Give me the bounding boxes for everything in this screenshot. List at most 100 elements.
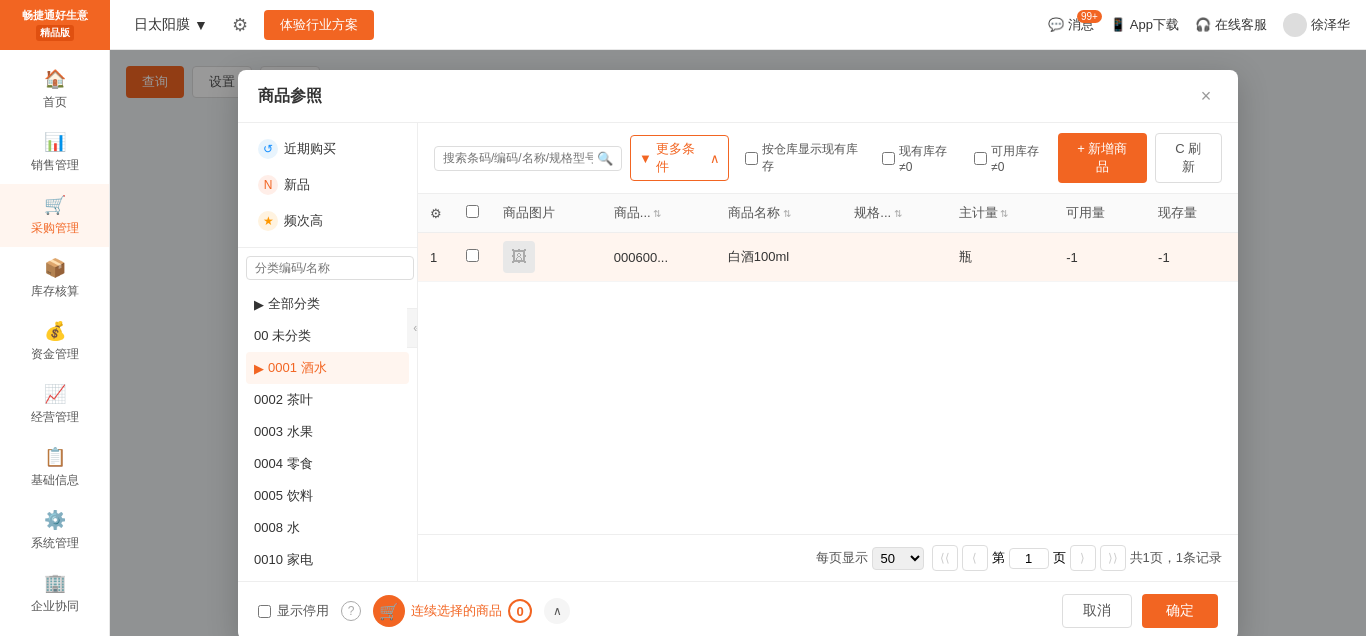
row-available: -1 <box>1054 233 1146 282</box>
modal-body: ↺ 近期购买 N 新品 ★ 频次高 <box>238 123 1238 581</box>
cancel-button[interactable]: 取消 <box>1062 594 1132 628</box>
pagination-bar: 每页显示 50 100 200 ⟨⟨ ⟨ <box>418 534 1238 581</box>
filter-checkboxes: 按仓库显示现有库存 现有库存≠0 可用库存≠0 <box>745 141 1050 175</box>
category-0008[interactable]: 0008 水 <box>246 512 409 544</box>
category-all[interactable]: ▶ 全部分类 <box>246 288 409 320</box>
modal-overlay: 商品参照 × ↺ 近期购买 N 新 <box>110 50 1366 636</box>
category-0005[interactable]: 0005 饮料 <box>246 480 409 512</box>
frequent-item[interactable]: ★ 频次高 <box>246 203 409 239</box>
more-filter-button[interactable]: ▼ 更多条件 ∧ <box>630 135 729 181</box>
user-menu[interactable]: 徐泽华 <box>1283 13 1350 37</box>
help-button[interactable]: ? <box>341 601 361 621</box>
first-page-button[interactable]: ⟨⟨ <box>932 545 958 571</box>
content-area: 查询 设置 刷新 商品参照 × <box>110 50 1366 636</box>
sales-icon: 📊 <box>44 131 66 153</box>
col-code[interactable]: 商品... <box>602 194 716 233</box>
warehouse-stock-checkbox[interactable]: 按仓库显示现有库存 <box>745 141 866 175</box>
page-navigation: ⟨⟨ ⟨ 第 页 ⟩ ⟩⟩ 共1页，1条记录 <box>932 545 1222 571</box>
messages-button[interactable]: 💬 消息 99+ <box>1048 16 1094 34</box>
tenant-dropdown[interactable]: 日太阳膜 ▼ <box>126 12 216 38</box>
sidebar-item-enterprise[interactable]: 🏢 企业协同 <box>0 562 109 625</box>
finance-icon: 💰 <box>44 320 66 342</box>
show-disabled-checkbox[interactable]: 显示停用 <box>258 602 329 620</box>
settings-icon[interactable]: ⚙ <box>224 9 256 41</box>
sidebar-item-system[interactable]: ⚙️ 系统管理 <box>0 499 109 562</box>
category-0003[interactable]: 0003 水果 <box>246 416 409 448</box>
refresh-button[interactable]: C 刷新 <box>1155 133 1222 183</box>
warehouse-stock-check[interactable] <box>745 152 758 165</box>
sidebar-item-purchase[interactable]: 🛒 采购管理 <box>0 184 109 247</box>
new-product-item[interactable]: N 新品 <box>246 167 409 203</box>
category-0002[interactable]: 0002 茶叶 <box>246 384 409 416</box>
available-nonzero-checkbox[interactable]: 可用库存≠0 <box>974 143 1050 174</box>
nonzero-stock-check[interactable] <box>882 152 895 165</box>
sidebar-item-home[interactable]: 🏠 首页 <box>0 58 109 121</box>
table-row[interactable]: 1 🖼 000600... 白酒100ml <box>418 233 1238 282</box>
available-nonzero-check[interactable] <box>974 152 987 165</box>
product-reference-modal: 商品参照 × ↺ 近期购买 N 新 <box>238 70 1238 636</box>
trial-button[interactable]: 体验行业方案 <box>264 10 374 40</box>
online-service-button[interactable]: 🎧 在线客服 <box>1195 16 1267 34</box>
category-search-input[interactable] <box>246 256 414 280</box>
sidebar-item-finance[interactable]: 💰 资金管理 <box>0 310 109 373</box>
footer-action-buttons: 取消 确定 <box>1062 594 1218 628</box>
freq-icon: ★ <box>258 211 278 231</box>
toolbar-right-buttons: + 新增商品 C 刷新 <box>1058 133 1222 183</box>
row-checkbox[interactable] <box>466 249 479 262</box>
sidebar-item-inventory[interactable]: 📦 库存核算 <box>0 247 109 310</box>
category-search-area: 🔍 <box>246 256 409 280</box>
app-logo: 畅捷通好生意 精品版 <box>0 0 110 50</box>
next-page-button[interactable]: ⟩ <box>1070 545 1096 571</box>
select-all-checkbox[interactable] <box>466 205 479 218</box>
recent-purchase-item[interactable]: ↺ 近期购买 <box>246 131 409 167</box>
modal-sidebar-nav: ↺ 近期购买 N 新品 ★ 频次高 <box>238 123 417 248</box>
cart-icon[interactable]: 🛒 <box>373 595 405 627</box>
new-icon: N <box>258 175 278 195</box>
page-input-area: 第 页 <box>992 548 1066 569</box>
last-page-button[interactable]: ⟩⟩ <box>1100 545 1126 571</box>
sidebar-item-guide[interactable]: 📖 新手引导 <box>0 625 109 636</box>
category-arrow-all: ▶ <box>254 297 264 312</box>
col-image: 商品图片 <box>491 194 602 233</box>
nav-right-actions: 💬 消息 99+ 📱 App下载 🎧 在线客服 徐泽华 <box>1048 13 1350 37</box>
category-0001[interactable]: ▶ 0001 酒水 <box>246 352 409 384</box>
basic-icon: 📋 <box>44 446 66 468</box>
col-settings[interactable]: ⚙ <box>418 194 454 233</box>
app-download-button[interactable]: 📱 App下载 <box>1110 16 1179 34</box>
chevron-up-icon: ∧ <box>710 151 720 166</box>
category-00[interactable]: 00 未分类 <box>246 320 409 352</box>
cart-count-badge: 0 <box>508 599 532 623</box>
user-avatar-icon <box>1283 13 1307 37</box>
col-unit[interactable]: 主计量 <box>947 194 1055 233</box>
product-table: ⚙ 商品图片 商品... 商品名称 规格... 主计量 <box>418 194 1238 282</box>
system-icon: ⚙️ <box>44 509 66 531</box>
confirm-button[interactable]: 确定 <box>1142 594 1218 628</box>
filter-icon: ▼ <box>639 151 652 166</box>
modal-close-button[interactable]: × <box>1194 84 1218 108</box>
search-icon[interactable]: 🔍 <box>597 151 613 166</box>
show-disabled-check[interactable] <box>258 605 271 618</box>
row-stock: -1 <box>1146 233 1238 282</box>
footer-collapse-button[interactable]: ∧ <box>544 598 570 624</box>
sidebar-collapse-button[interactable]: « <box>407 308 418 348</box>
sidebar-item-basic[interactable]: 📋 基础信息 <box>0 436 109 499</box>
home-icon: 🏠 <box>44 68 66 90</box>
col-available: 可用量 <box>1054 194 1146 233</box>
col-spec[interactable]: 规格... <box>842 194 946 233</box>
main-layout: 🏠 首页 📊 销售管理 🛒 采购管理 📦 库存核算 💰 资金管理 📈 经营管理 … <box>0 50 1366 636</box>
col-checkbox <box>454 194 491 233</box>
category-0004[interactable]: 0004 零食 <box>246 448 409 480</box>
modal-header: 商品参照 × <box>238 70 1238 123</box>
col-stock: 现存量 <box>1146 194 1238 233</box>
page-number-input[interactable] <box>1009 548 1049 569</box>
sidebar-item-sales[interactable]: 📊 销售管理 <box>0 121 109 184</box>
category-0010[interactable]: 0010 家电 <box>246 544 409 576</box>
add-product-button[interactable]: + 新增商品 <box>1058 133 1147 183</box>
product-search-input[interactable] <box>443 151 593 165</box>
nonzero-stock-checkbox[interactable]: 现有库存≠0 <box>882 143 958 174</box>
per-page-select[interactable]: 50 100 200 <box>872 547 924 570</box>
product-table-container: ⚙ 商品图片 商品... 商品名称 规格... 主计量 <box>418 194 1238 534</box>
col-name[interactable]: 商品名称 <box>716 194 843 233</box>
prev-page-button[interactable]: ⟨ <box>962 545 988 571</box>
sidebar-item-operations[interactable]: 📈 经营管理 <box>0 373 109 436</box>
